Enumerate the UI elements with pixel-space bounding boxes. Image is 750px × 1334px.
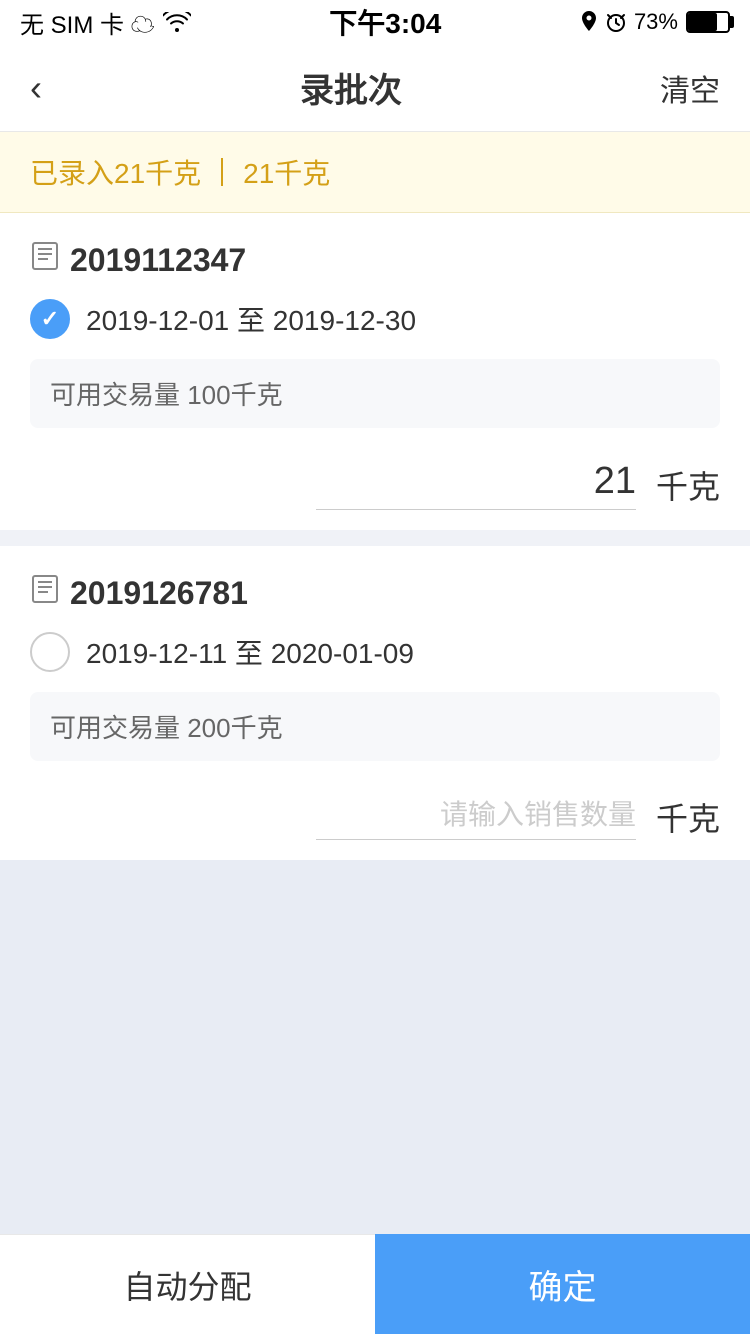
batch-2-date: 2019-12-11 至 2020-01-09: [86, 632, 414, 672]
batch-2-header: 2019126781: [0, 546, 750, 622]
back-button[interactable]: ‹: [30, 67, 42, 109]
battery-percent: 73%: [634, 9, 678, 35]
confirm-button[interactable]: 确定: [375, 1234, 750, 1334]
bottom-bar: 自动分配 确定: [0, 1234, 750, 1334]
page-title: 录批次: [300, 63, 402, 112]
batch-1-unit: 千克: [656, 462, 720, 508]
batch-1-icon: [30, 241, 60, 279]
batch-1-header: 2019112347: [0, 213, 750, 289]
check-icon: ✓: [41, 306, 59, 332]
batch-2-availability: 可用交易量 200千克: [30, 692, 720, 761]
batch-card-2: 2019126781 2019-12-11 至 2020-01-09 可用交易量…: [0, 546, 750, 860]
battery-icon: [686, 11, 730, 33]
batch-1-amount-row: 21 千克: [0, 444, 750, 530]
batch-2-radio[interactable]: [30, 632, 70, 672]
status-time: 下午3:04: [329, 2, 441, 42]
batch-card-1: 2019112347 ✓ 2019-12-01 至 2019-12-30 可用交…: [0, 213, 750, 530]
batch-1-date: 2019-12-01 至 2019-12-30: [86, 299, 416, 339]
batch-2-unit: 千克: [656, 794, 720, 840]
batch-1-number: 2019112347: [70, 242, 246, 279]
batch-1-amount-value: 21: [594, 460, 636, 502]
info-banner: 已录入21千克 21千克: [0, 132, 750, 213]
batch-1-radio[interactable]: ✓: [30, 299, 70, 339]
recorded-amount: 已录入21千克: [30, 152, 201, 192]
battery-fill: [688, 13, 717, 31]
info-divider: [221, 158, 223, 186]
no-sim-text: 无 SIM 卡 ☁: [20, 5, 155, 40]
alarm-icon: [606, 11, 626, 33]
batch-2-input-row: 请输入销售数量 千克: [0, 777, 750, 860]
batch-2-icon: [30, 574, 60, 612]
location-icon: [580, 11, 598, 33]
section-divider: [0, 530, 750, 546]
batch-2-input-container[interactable]: 请输入销售数量: [316, 793, 636, 840]
clear-button[interactable]: 清空: [660, 66, 720, 110]
batch-1-amount-container[interactable]: 21: [316, 460, 636, 510]
batch-2-date-row[interactable]: 2019-12-11 至 2020-01-09: [0, 622, 750, 682]
status-right: 73%: [580, 9, 730, 35]
auto-distribute-button[interactable]: 自动分配: [0, 1234, 375, 1334]
batch-2-input-placeholder: 请输入销售数量: [440, 799, 636, 830]
nav-bar: ‹ 录批次 清空: [0, 44, 750, 132]
batch-1-date-row[interactable]: ✓ 2019-12-01 至 2019-12-30: [0, 289, 750, 349]
wifi-icon: [163, 12, 191, 32]
batch-1-availability: 可用交易量 100千克: [30, 359, 720, 428]
status-left: 无 SIM 卡 ☁: [20, 5, 191, 40]
status-bar: 无 SIM 卡 ☁ 下午3:04 73%: [0, 0, 750, 44]
total-amount: 21千克: [243, 152, 330, 192]
batch-2-number: 2019126781: [70, 575, 248, 612]
